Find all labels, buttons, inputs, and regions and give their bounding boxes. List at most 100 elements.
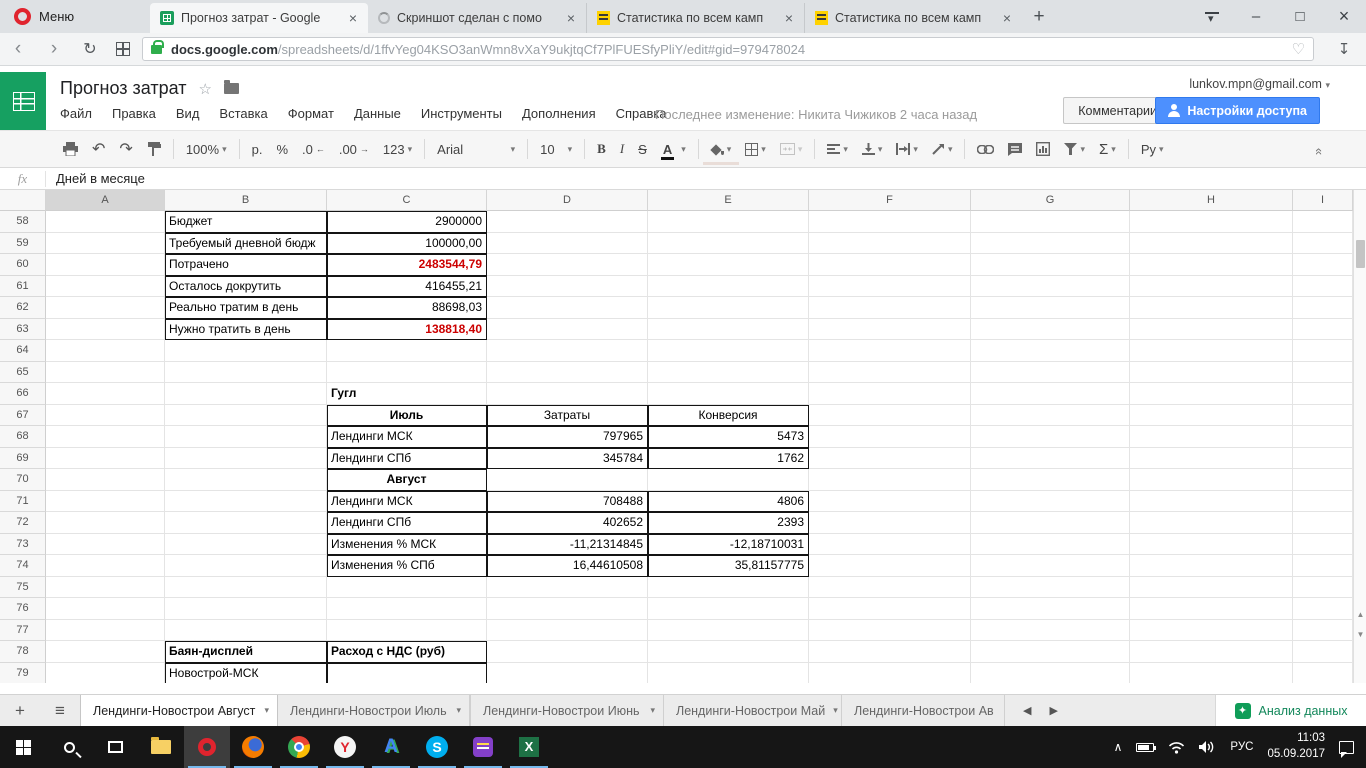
cell-H71[interactable]	[1130, 490, 1293, 512]
text-wrap-button[interactable]: ▾	[889, 137, 925, 161]
cell-E69[interactable]: 1762	[648, 447, 809, 469]
cell-F69[interactable]	[809, 447, 971, 469]
cell-C71[interactable]: Лендинги МСК	[327, 490, 487, 512]
paint-format-icon[interactable]	[140, 137, 168, 161]
url-field[interactable]: docs.google.com/spreadsheets/d/1ffvYeg04…	[142, 37, 1314, 61]
cell-H59[interactable]	[1130, 232, 1293, 254]
forward-icon[interactable]: ›	[36, 38, 72, 60]
cell-E63[interactable]	[648, 318, 809, 340]
add-sheet-button[interactable]: +	[0, 695, 40, 726]
column-header-E[interactable]: E	[648, 190, 809, 211]
functions-button[interactable]: Σ ▾	[1092, 137, 1123, 161]
cell-H76[interactable]	[1130, 598, 1293, 620]
skype-taskbar-icon[interactable]: S	[414, 726, 460, 768]
row-header-67[interactable]: 67	[0, 404, 46, 426]
wifi-icon[interactable]	[1168, 741, 1185, 754]
cell-A69[interactable]	[46, 447, 165, 469]
cell-E61[interactable]	[648, 275, 809, 297]
cell-G77[interactable]	[971, 619, 1130, 641]
insert-link-icon[interactable]	[970, 137, 1001, 161]
cell-H66[interactable]	[1130, 383, 1293, 405]
cell-H73[interactable]	[1130, 533, 1293, 555]
cell-I66[interactable]	[1293, 383, 1353, 405]
cell-F61[interactable]	[809, 275, 971, 297]
cell-E78[interactable]	[648, 641, 809, 663]
cell-B79[interactable]: Новострой-МСК	[165, 662, 327, 683]
number-format-select[interactable]: 123 ▾	[376, 137, 419, 161]
cell-A58[interactable]	[46, 211, 165, 233]
cell-D67[interactable]: Затраты	[487, 404, 648, 426]
cell-F79[interactable]	[809, 662, 971, 683]
cell-I67[interactable]	[1293, 404, 1353, 426]
increase-decimals-button[interactable]: .00 →	[332, 137, 376, 161]
cell-C70[interactable]: Август	[327, 469, 487, 491]
clock[interactable]: 11:03 05.09.2017	[1267, 731, 1325, 762]
search-icon[interactable]	[46, 726, 92, 768]
cell-G60[interactable]	[971, 254, 1130, 276]
cell-D64[interactable]	[487, 340, 648, 362]
insert-chart-icon[interactable]	[1029, 137, 1057, 161]
decrease-decimals-button[interactable]: .0 ←	[295, 137, 332, 161]
cell-H72[interactable]	[1130, 512, 1293, 534]
maximize-button[interactable]: □	[1278, 0, 1322, 33]
sheet-tab-menu-icon[interactable]: ▾	[456, 705, 461, 716]
row-header-63[interactable]: 63	[0, 318, 46, 340]
row-header-68[interactable]: 68	[0, 426, 46, 448]
cell-D79[interactable]	[487, 662, 648, 683]
column-header-I[interactable]: I	[1293, 190, 1353, 211]
battery-icon[interactable]	[1136, 742, 1157, 752]
row-header-73[interactable]: 73	[0, 533, 46, 555]
currency-format-button[interactable]: р.	[245, 137, 270, 161]
cell-F65[interactable]	[809, 361, 971, 383]
cell-A72[interactable]	[46, 512, 165, 534]
cell-H63[interactable]	[1130, 318, 1293, 340]
cell-B78[interactable]: Баян-дисплей	[165, 641, 327, 663]
cell-E76[interactable]	[648, 598, 809, 620]
percent-format-button[interactable]: %	[269, 137, 295, 161]
cell-G68[interactable]	[971, 426, 1130, 448]
cell-D74[interactable]: 16,44610508	[487, 555, 648, 577]
cell-C63[interactable]: 138818,40	[327, 318, 487, 340]
sheet-scroll-left-icon[interactable]: ◀	[1023, 704, 1031, 717]
vertical-scrollbar[interactable]: ▲ ▼	[1353, 190, 1366, 683]
cell-E73[interactable]: -12,18710031	[648, 533, 809, 555]
cell-F70[interactable]	[809, 469, 971, 491]
cell-C59[interactable]: 100000,00	[327, 232, 487, 254]
cell-G76[interactable]	[971, 598, 1130, 620]
cell-B58[interactable]: Бюджет	[165, 211, 327, 233]
cell-C58[interactable]: 2900000	[327, 211, 487, 233]
opera-taskbar-icon[interactable]	[184, 726, 230, 768]
formula-value[interactable]: Дней в месяце	[46, 171, 145, 186]
file-explorer-icon[interactable]	[138, 726, 184, 768]
grid-corner[interactable]	[0, 190, 46, 211]
cell-D62[interactable]	[487, 297, 648, 319]
cell-A63[interactable]	[46, 318, 165, 340]
fill-color-button[interactable]: ▾	[702, 137, 739, 165]
cell-F73[interactable]	[809, 533, 971, 555]
cell-C65[interactable]	[327, 361, 487, 383]
cell-B77[interactable]	[165, 619, 327, 641]
cell-G58[interactable]	[971, 211, 1130, 233]
row-header-69[interactable]: 69	[0, 447, 46, 469]
yandex-browser-taskbar-icon[interactable]: Y	[322, 726, 368, 768]
cell-I71[interactable]	[1293, 490, 1353, 512]
sheet-tab-menu-icon[interactable]: ▾	[650, 705, 655, 716]
cell-A76[interactable]	[46, 598, 165, 620]
adwords-taskbar-icon[interactable]: A	[368, 726, 414, 768]
row-header-71[interactable]: 71	[0, 490, 46, 512]
cell-G63[interactable]	[971, 318, 1130, 340]
language-indicator[interactable]: РУС	[1230, 741, 1253, 753]
cell-B70[interactable]	[165, 469, 327, 491]
cell-E58[interactable]	[648, 211, 809, 233]
explore-button[interactable]: Анализ данных	[1215, 695, 1366, 726]
cell-C68[interactable]: Лендинги МСК	[327, 426, 487, 448]
cell-A79[interactable]	[46, 662, 165, 683]
cell-C67[interactable]: Июль	[327, 404, 487, 426]
cell-B68[interactable]	[165, 426, 327, 448]
sheet-scroll-right-icon[interactable]: ▶	[1049, 704, 1057, 717]
cell-G78[interactable]	[971, 641, 1130, 663]
cell-G72[interactable]	[971, 512, 1130, 534]
cell-I60[interactable]	[1293, 254, 1353, 276]
cell-I73[interactable]	[1293, 533, 1353, 555]
borders-button[interactable]: ▾	[738, 137, 773, 161]
